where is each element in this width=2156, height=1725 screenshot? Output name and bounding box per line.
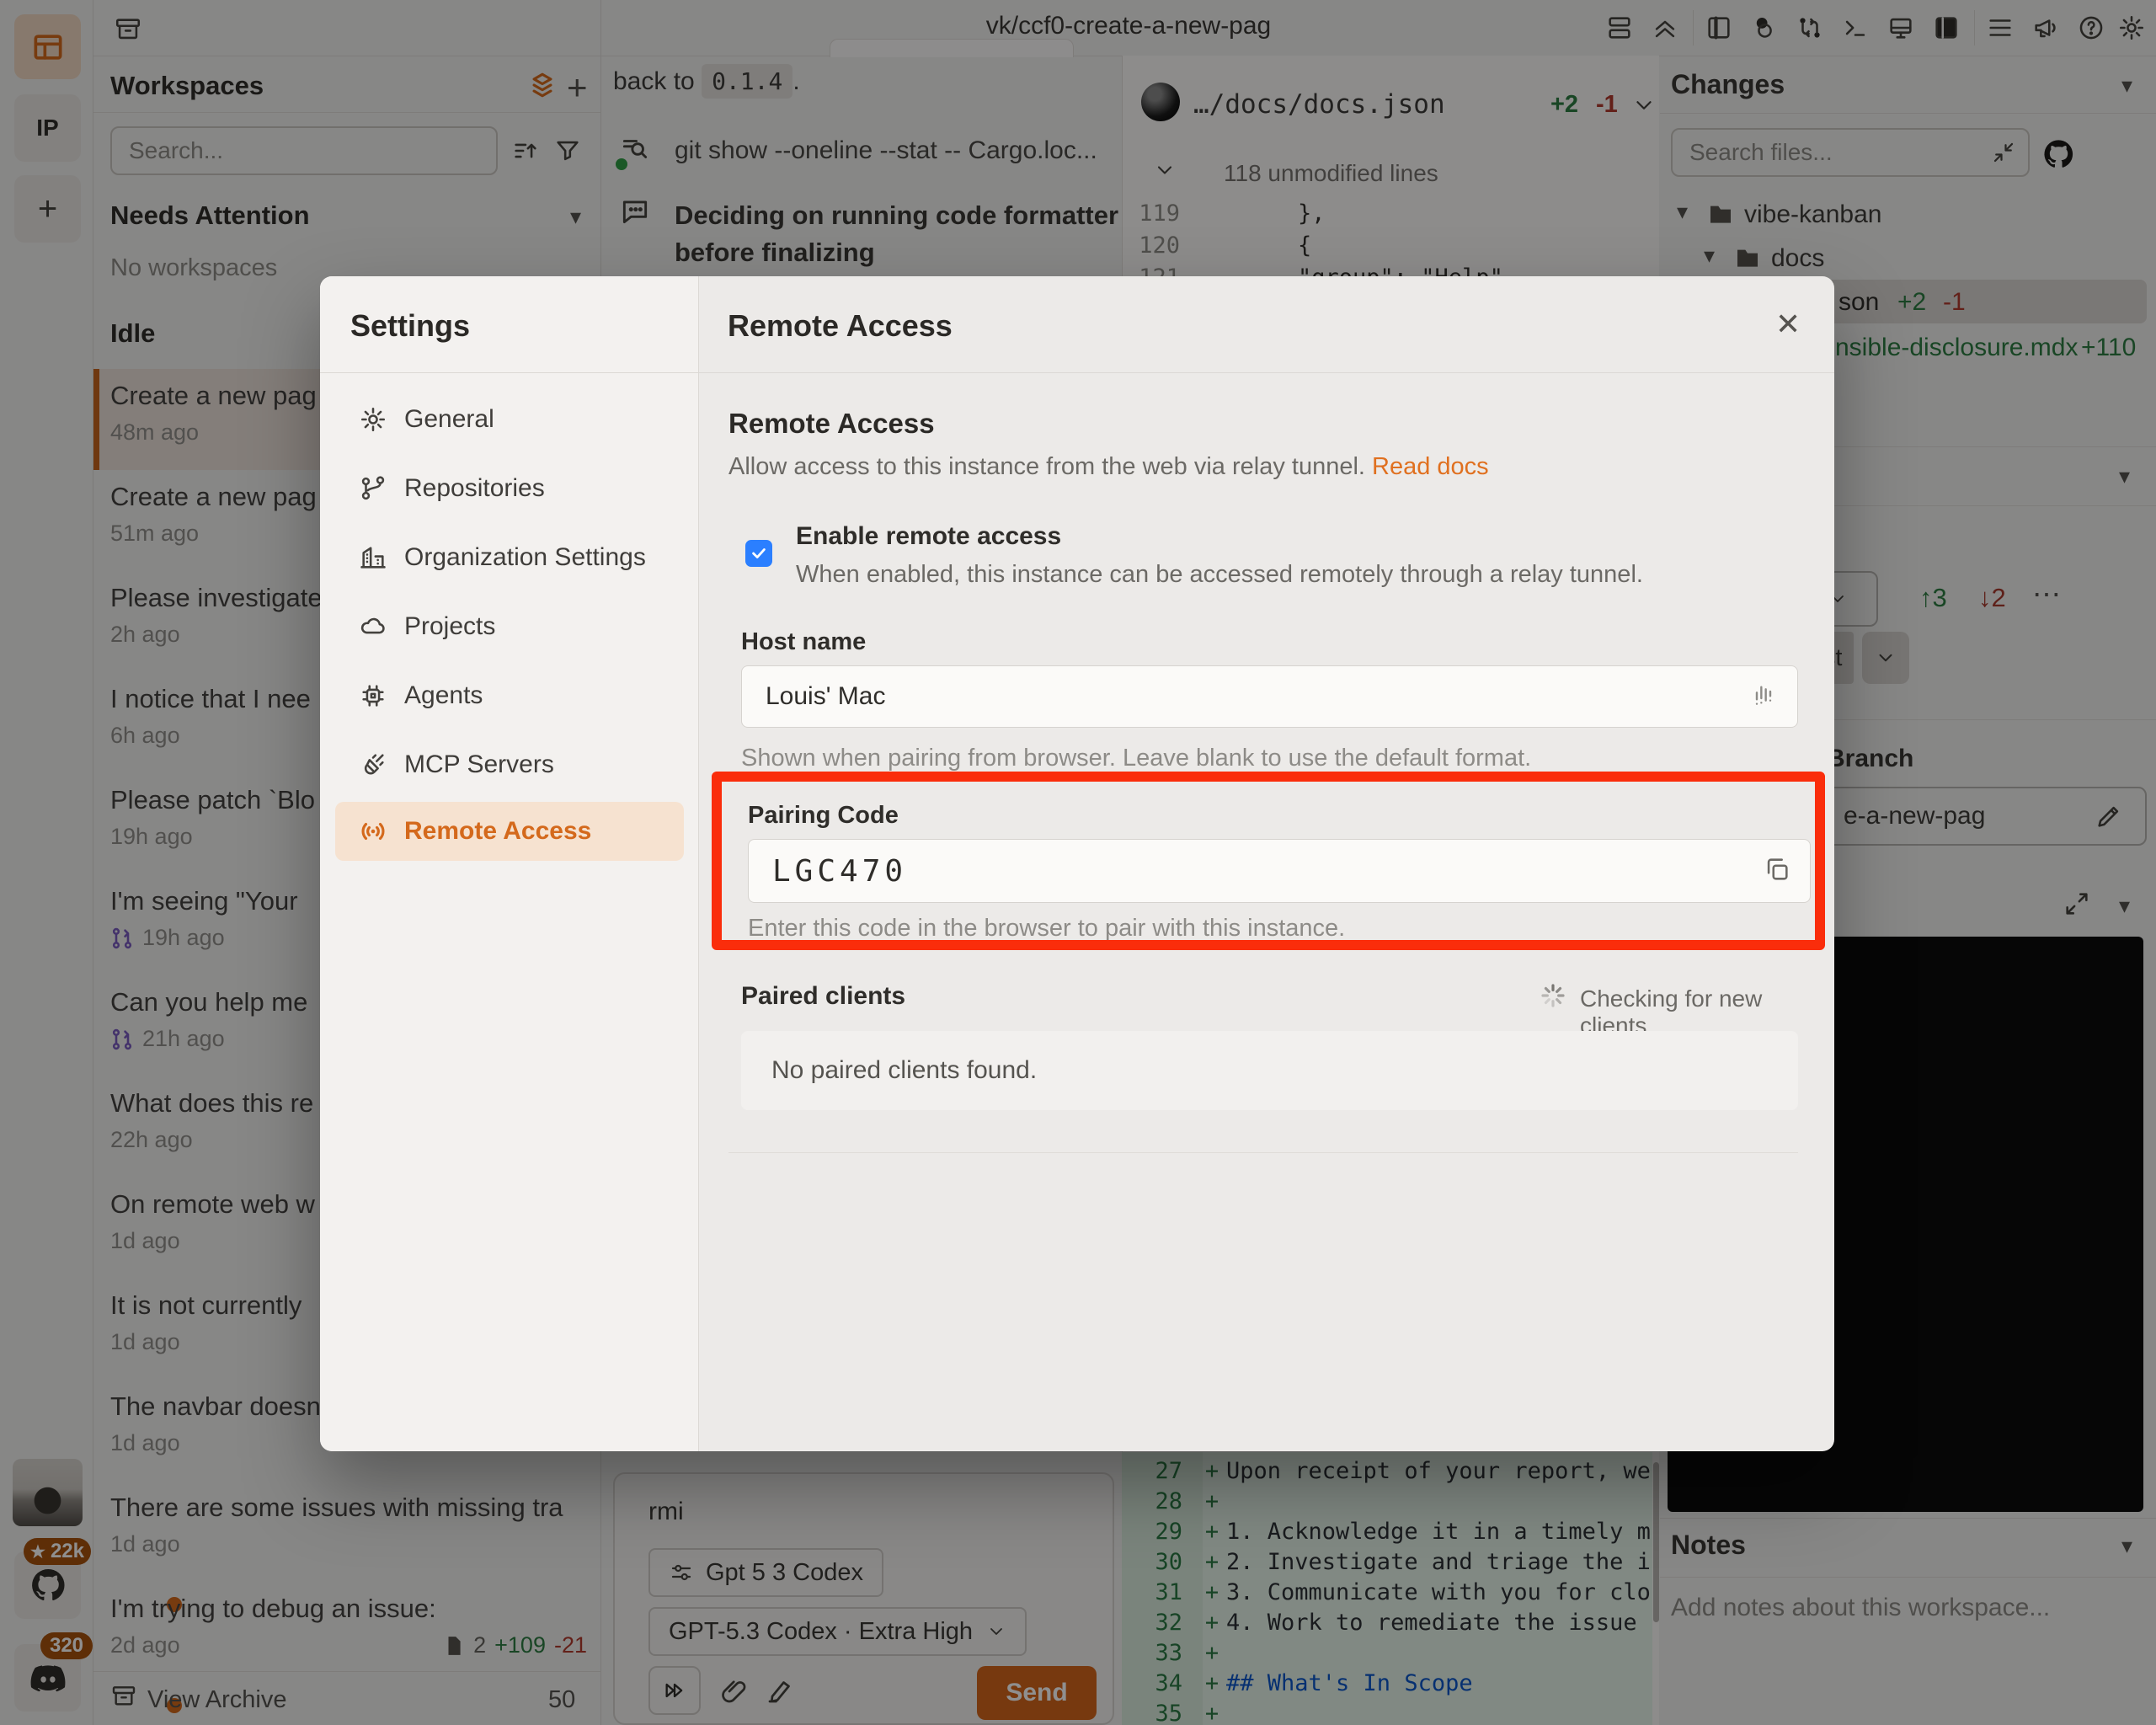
git-branch-icon [359,474,387,503]
gear-icon [359,405,387,434]
cloud-icon [359,612,387,641]
section-description: Allow access to this instance from the w… [728,453,1489,481]
divider [320,372,1834,373]
nav-item-general[interactable]: General [335,390,684,449]
nav-label: Projects [404,612,495,641]
paired-clients-label: Paired clients [741,982,905,1011]
section-title: Remote Access [728,408,935,440]
nav-item-mcp-servers[interactable]: MCP Servers [335,735,684,794]
host-name-label: Host name [741,628,866,656]
nav-label: Agents [404,681,483,710]
divider [728,1152,1798,1153]
check-icon [750,544,768,563]
nav-label: General [404,405,494,434]
pairing-code-highlight [712,772,1825,950]
nav-item-agents[interactable]: Agents [335,666,684,725]
nav-label: Organization Settings [404,543,646,572]
host-name-field[interactable] [741,665,1798,728]
read-docs-link[interactable]: Read docs [1372,453,1489,480]
host-name-help: Shown when pairing from browser. Leave b… [741,745,1531,772]
host-name-input[interactable] [742,682,1750,711]
settings-title: Settings [350,308,470,344]
nav-item-repositories[interactable]: Repositories [335,459,684,518]
nav-item-organization-settings[interactable]: Organization Settings [335,528,684,587]
nav-label: Repositories [404,474,545,503]
enable-remote-description: When enabled, this instance can be acces… [796,561,1643,589]
nav-label: Remote Access [404,817,591,846]
nav-item-remote-access[interactable]: Remote Access [335,802,684,861]
broadcast-icon [359,817,387,846]
close-icon[interactable]: ✕ [1775,307,1801,342]
enable-remote-checkbox[interactable] [745,540,772,567]
nav-label: MCP Servers [404,750,554,779]
cpu-icon [359,681,387,710]
enable-remote-label[interactable]: Enable remote access [796,522,1061,551]
spinner-icon [1540,982,1566,1013]
modal-header-title: Remote Access [728,308,953,344]
paired-clients-empty-box: No paired clients found. [741,1031,1798,1110]
plug-icon [359,750,387,779]
settings-nav: Settings General Repositories Organizati… [320,276,699,1451]
randomize-icon[interactable] [1750,681,1797,713]
building-icon [359,543,387,572]
paired-clients-empty-text: No paired clients found. [741,1056,1037,1085]
nav-item-projects[interactable]: Projects [335,597,684,656]
